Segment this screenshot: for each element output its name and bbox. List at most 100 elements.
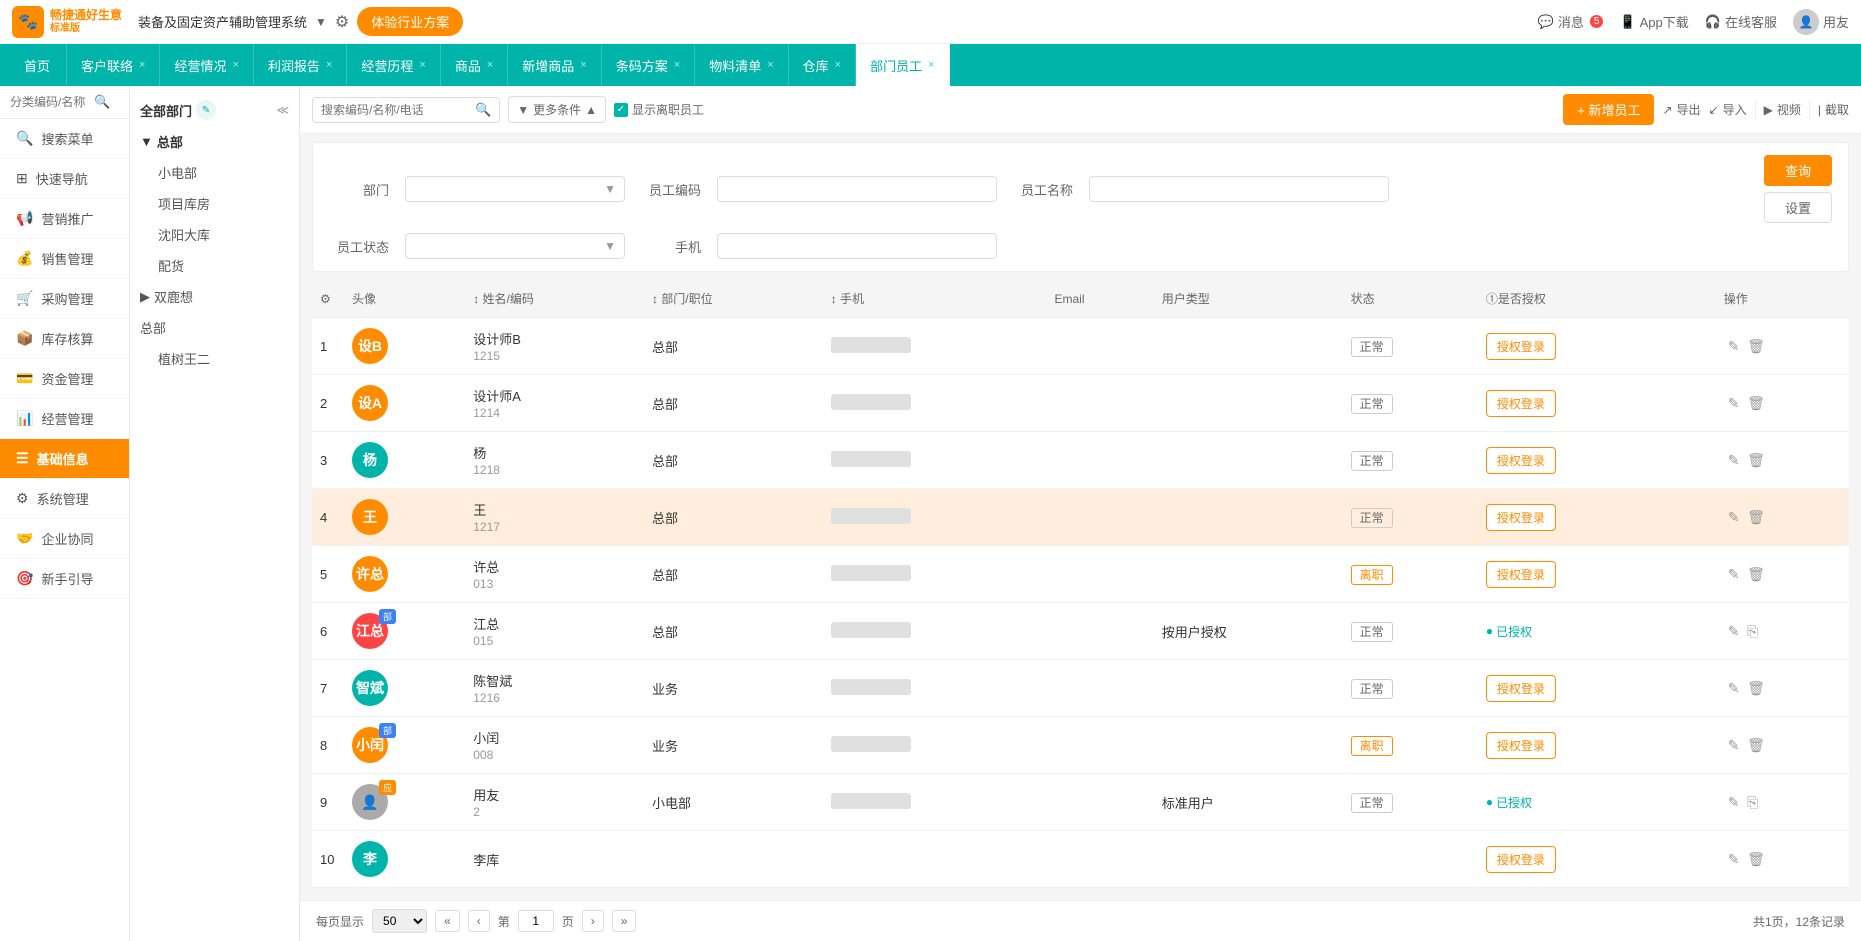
auth-btn[interactable]: 授权登录 <box>1486 390 1556 417</box>
filter-empcode-input[interactable] <box>717 176 997 202</box>
tree-node-xdept[interactable]: 小电部 <box>130 157 299 188</box>
help-btn[interactable]: | 截取 <box>1818 101 1849 118</box>
per-page-select[interactable]: 50 100 200 <box>372 909 427 933</box>
tree-edit-btn[interactable]: ✎ <box>196 100 216 120</box>
delete-icon[interactable]: 🗑 <box>1747 395 1765 411</box>
auth-btn[interactable]: 授权登录 <box>1486 846 1556 873</box>
tree-node-zhishu[interactable]: 植树王二 <box>130 343 299 374</box>
sidebar-item-collab[interactable]: 🤝 企业协同 <box>0 519 129 559</box>
nav-item-goods[interactable]: 商品 × <box>441 44 508 86</box>
col-dept[interactable]: ↕ 部门/职位 <box>644 280 823 318</box>
sidebar-item-system[interactable]: ⚙ 系统管理 <box>0 479 129 519</box>
set-btn[interactable]: 设置 <box>1764 192 1832 223</box>
delete-icon[interactable]: 🗑 <box>1747 509 1765 525</box>
nav-item-customer[interactable]: 客户联络 × <box>67 44 160 86</box>
message-btn[interactable]: 💬 消息 5 <box>1538 12 1604 31</box>
delete-icon[interactable]: 🗑 <box>1747 680 1765 696</box>
sidebar-item-sales[interactable]: 💰 销售管理 <box>0 239 129 279</box>
user-avatar[interactable]: 👤 用友 <box>1793 9 1849 35</box>
edit-icon[interactable]: ✎ <box>1728 680 1740 696</box>
tree-node-zongbu[interactable]: 总部 <box>130 312 299 343</box>
system-dropdown-btn[interactable]: ▼ <box>315 15 327 29</box>
col-name[interactable]: ↕ 姓名/编码 <box>465 280 644 318</box>
close-icon[interactable]: × <box>139 59 145 71</box>
filter-phone-input[interactable] <box>717 233 997 259</box>
show-resigned-toggle[interactable]: ✓ 显示离职员工 <box>614 101 704 118</box>
sidebar-item-basic[interactable]: ☰ 基础信息 <box>0 439 129 479</box>
edit-icon[interactable]: ✎ <box>1728 566 1740 582</box>
app-download-btn[interactable]: 📱 App下载 <box>1619 12 1688 31</box>
sidebar-item-marketing[interactable]: 📢 营销推广 <box>0 199 129 239</box>
nav-item-warehouse[interactable]: 仓库 × <box>789 44 856 86</box>
close-icon[interactable]: × <box>419 59 425 71</box>
sidebar-item-guide[interactable]: 🎯 新手引导 <box>0 559 129 599</box>
auth-btn[interactable]: 授权登录 <box>1486 561 1556 588</box>
prev-page-btn[interactable]: ‹ <box>468 910 490 932</box>
sidebar-search-icon[interactable]: 🔍 <box>94 94 110 110</box>
filter-state-select[interactable]: ▼ <box>405 233 625 259</box>
edit-icon[interactable]: ✎ <box>1728 737 1740 753</box>
col-phone[interactable]: ↕ 手机 <box>823 280 1047 318</box>
nav-item-history[interactable]: 经营历程 × <box>347 44 440 86</box>
nav-item-dept-emp[interactable]: 部门员工 × <box>856 44 949 86</box>
nav-item-bom[interactable]: 物料清单 × <box>695 44 788 86</box>
close-icon[interactable]: × <box>326 59 332 71</box>
page-input[interactable] <box>518 910 554 932</box>
tree-node-peihu[interactable]: 配货 <box>130 250 299 281</box>
delete-icon[interactable]: 🗑 <box>1747 851 1765 867</box>
edit-icon[interactable]: ✎ <box>1728 851 1740 867</box>
filter-empname-input[interactable] <box>1089 176 1389 202</box>
next-page-btn[interactable]: › <box>582 910 604 932</box>
close-icon[interactable]: × <box>580 59 586 71</box>
tree-collapse-btn[interactable]: ≪ <box>276 103 289 117</box>
tree-node-shenyang[interactable]: 沈阳大库 <box>130 219 299 250</box>
nav-item-home[interactable]: 首页 <box>8 44 67 86</box>
first-page-btn[interactable]: « <box>435 910 460 932</box>
auth-btn[interactable]: 授权登录 <box>1486 675 1556 702</box>
edit-icon[interactable]: ✎ <box>1728 794 1740 810</box>
tree-node-projroom[interactable]: 项目库房 <box>130 188 299 219</box>
auth-btn[interactable]: 授权登录 <box>1486 333 1556 360</box>
col-settings-icon[interactable]: ⚙ <box>312 280 344 318</box>
view-btn[interactable]: ▶ 视频 <box>1764 101 1801 118</box>
auth-btn[interactable]: 授权登录 <box>1486 732 1556 759</box>
close-icon[interactable]: × <box>835 59 841 71</box>
close-icon[interactable]: × <box>674 59 680 71</box>
sidebar-item-finance[interactable]: 💳 资金管理 <box>0 359 129 399</box>
close-icon[interactable]: × <box>232 59 238 71</box>
copy-icon[interactable]: ⎘ <box>1747 623 1758 639</box>
nav-item-operation[interactable]: 经营情况 × <box>160 44 253 86</box>
query-btn[interactable]: 查询 <box>1764 155 1832 186</box>
more-filter-btn[interactable]: ▼ 更多条件 ▲ <box>508 96 606 123</box>
sidebar-item-mgmt[interactable]: 📊 经营管理 <box>0 399 129 439</box>
export-btn[interactable]: ↗ 导出 <box>1662 101 1700 118</box>
filter-dept-select[interactable]: ▼ <box>405 176 625 202</box>
edit-icon[interactable]: ✎ <box>1728 395 1740 411</box>
sidebar-item-purchase[interactable]: 🛒 采购管理 <box>0 279 129 319</box>
import-btn[interactable]: ↙ 导入 <box>1709 101 1747 118</box>
copy-icon[interactable]: ⎘ <box>1747 794 1758 810</box>
last-page-btn[interactable]: » <box>612 910 637 932</box>
tree-node-general[interactable]: ▼ 总部 <box>130 126 299 157</box>
add-employee-btn[interactable]: + 新增员工 <box>1563 94 1654 125</box>
close-icon[interactable]: × <box>767 59 773 71</box>
search-input[interactable] <box>321 103 471 117</box>
close-icon[interactable]: × <box>928 59 934 71</box>
search-icon[interactable]: 🔍 <box>475 102 491 118</box>
settings-icon[interactable]: ⚙ <box>335 12 349 32</box>
auth-btn[interactable]: 授权登录 <box>1486 504 1556 531</box>
edit-icon[interactable]: ✎ <box>1728 509 1740 525</box>
edit-icon[interactable]: ✎ <box>1728 623 1740 639</box>
delete-icon[interactable]: 🗑 <box>1747 737 1765 753</box>
nav-item-add-goods[interactable]: 新增商品 × <box>508 44 601 86</box>
auth-btn[interactable]: 授权登录 <box>1486 447 1556 474</box>
trial-btn[interactable]: 体验行业方案 <box>357 7 463 36</box>
sidebar-item-search[interactable]: 🔍 搜索菜单 <box>0 119 129 159</box>
edit-icon[interactable]: ✎ <box>1728 338 1740 354</box>
sidebar-item-nav[interactable]: ⊞ 快速导航 <box>0 159 129 199</box>
nav-item-barcode[interactable]: 条码方案 × <box>602 44 695 86</box>
tree-node-shuanglu[interactable]: ▶ 双鹿想 <box>130 281 299 312</box>
edit-icon[interactable]: ✎ <box>1728 452 1740 468</box>
delete-icon[interactable]: 🗑 <box>1747 338 1765 354</box>
delete-icon[interactable]: 🗑 <box>1747 566 1765 582</box>
